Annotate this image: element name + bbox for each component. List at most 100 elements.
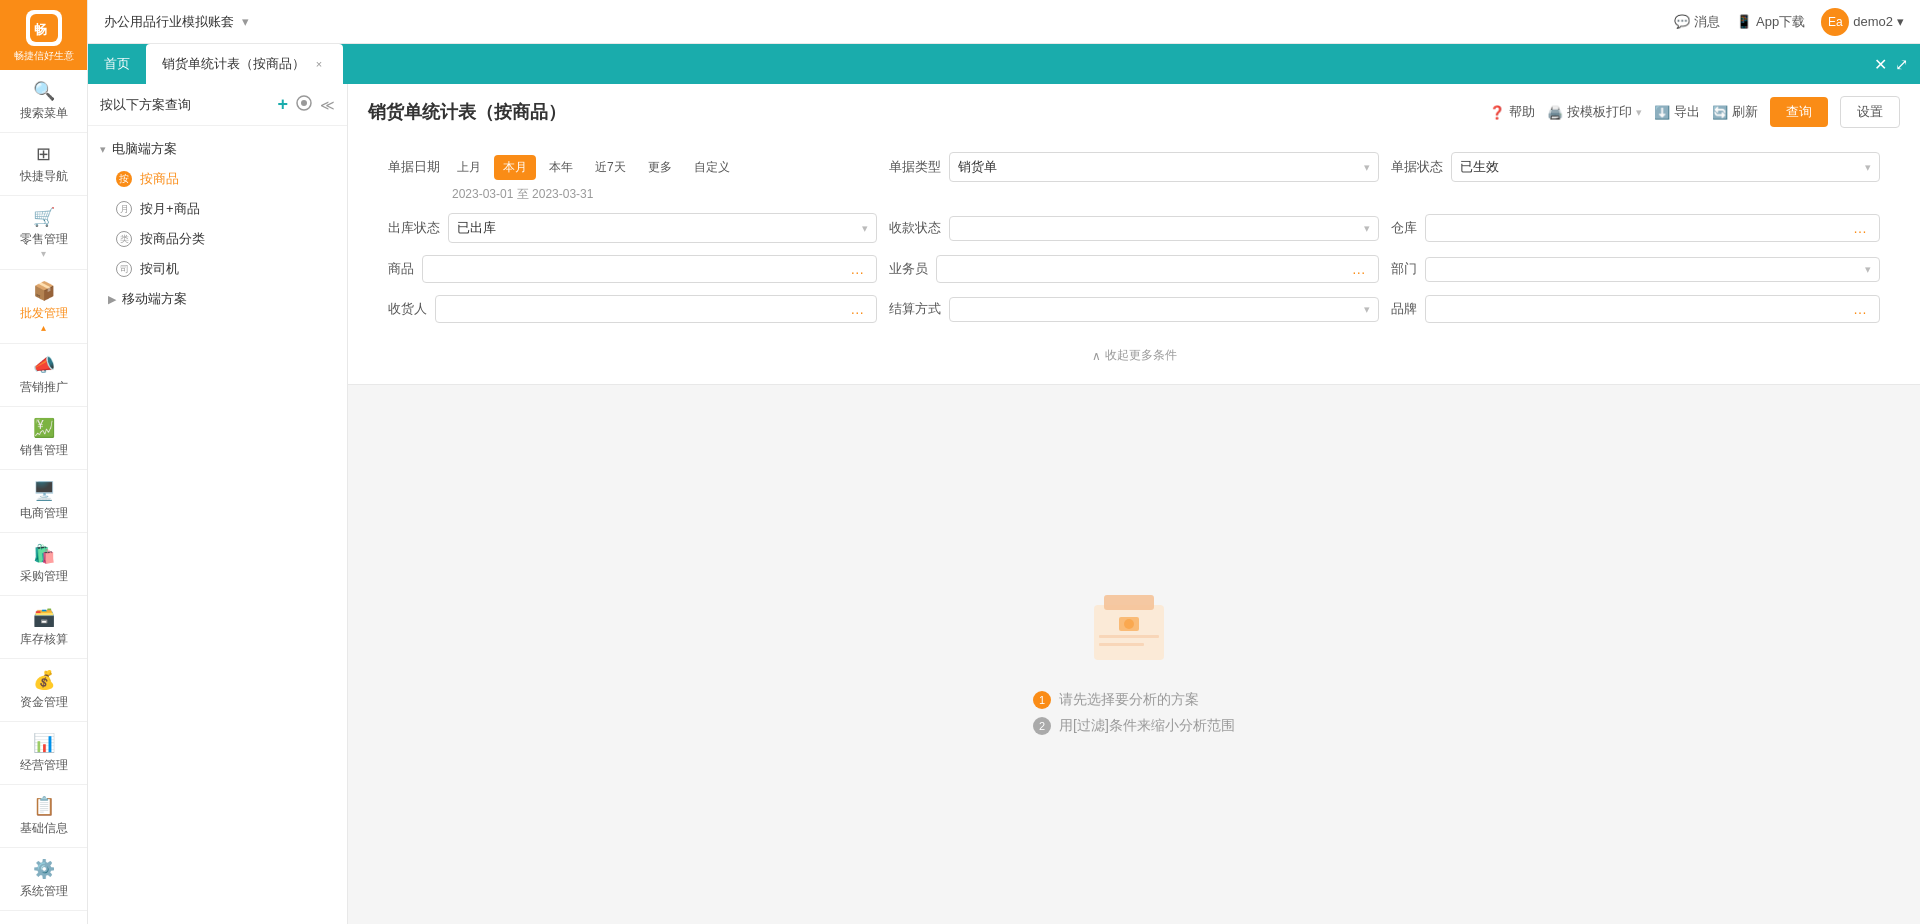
date-tab-this-year[interactable]: 本年 bbox=[540, 155, 582, 180]
filter-brand-input[interactable]: … bbox=[1425, 295, 1880, 323]
help-btn[interactable]: ❓ 帮助 bbox=[1489, 103, 1535, 121]
sidebar-item-sales-label: 销售管理 bbox=[20, 442, 68, 459]
pay-status-caret: ▾ bbox=[1364, 222, 1370, 235]
tree-parent-pc[interactable]: ▾ 电脑端方案 bbox=[88, 134, 347, 164]
collapse-btn[interactable]: ∧ 收起更多条件 bbox=[1076, 343, 1193, 368]
empty-tips: 1 请先选择要分析的方案 2 用[过滤]条件来缩小分析范围 bbox=[1033, 691, 1235, 735]
filter-brand-label: 品牌 bbox=[1391, 300, 1417, 318]
sidebar-item-finance[interactable]: 💰 资金管理 bbox=[0, 659, 87, 722]
sidebar-item-operations[interactable]: 📊 经营管理 bbox=[0, 722, 87, 785]
filter-payment-method-input[interactable]: ▾ bbox=[949, 297, 1378, 322]
date-tab-this-month[interactable]: 本月 bbox=[494, 155, 536, 180]
app-logo: 畅 畅捷信好生意 bbox=[0, 0, 87, 70]
filter-pay-status-input[interactable]: ▾ bbox=[949, 216, 1378, 241]
message-icon: 💬 bbox=[1674, 14, 1690, 29]
sidebar-item-purchase[interactable]: 🛍️ 采购管理 bbox=[0, 533, 87, 596]
sidebar-item-inventory[interactable]: 🗃️ 库存核算 bbox=[0, 596, 87, 659]
sidebar-item-quick-nav-label: 快捷导航 bbox=[20, 168, 68, 185]
filter-receiver-input[interactable]: … bbox=[435, 295, 877, 323]
user-menu[interactable]: Ea demo2 ▾ bbox=[1821, 8, 1904, 36]
date-tab-custom[interactable]: 自定义 bbox=[685, 155, 739, 180]
content-area: 按以下方案查询 + ≪ ▾ 电脑端方案 bbox=[88, 84, 1920, 924]
filter-salesperson-field: 业务员 … bbox=[889, 255, 1378, 283]
filter-out-status-input[interactable]: 已出库 ▾ bbox=[448, 213, 877, 243]
tree-child-by-category[interactable]: 类 按商品分类 bbox=[88, 224, 347, 254]
sidebar-item-sales[interactable]: 💹 销售管理 bbox=[0, 407, 87, 470]
app-download-btn[interactable]: 📱 App下载 bbox=[1736, 13, 1805, 31]
tree-child-by-driver[interactable]: 司 按司机 bbox=[88, 254, 347, 284]
tree-child-by-month-goods[interactable]: 月 按月+商品 bbox=[88, 194, 347, 224]
empty-state: 1 请先选择要分析的方案 2 用[过滤]条件来缩小分析范围 bbox=[348, 385, 1920, 924]
receiver-dots-btn[interactable]: … bbox=[846, 301, 868, 317]
tab-close-btn[interactable]: × bbox=[311, 56, 327, 72]
ecommerce-icon: 🖥️ bbox=[33, 480, 55, 502]
filter-goods-input[interactable]: … bbox=[422, 255, 877, 283]
refresh-btn[interactable]: 🔄 刷新 bbox=[1712, 103, 1758, 121]
salesperson-dots-btn[interactable]: … bbox=[1348, 261, 1370, 277]
date-tab-last-month[interactable]: 上月 bbox=[448, 155, 490, 180]
filter-doc-status-input[interactable]: 已生效 ▾ bbox=[1451, 152, 1880, 182]
brand-dots-btn[interactable]: … bbox=[1849, 301, 1871, 317]
filter-department-input[interactable]: ▾ bbox=[1425, 257, 1880, 282]
filter-salesperson-input[interactable]: … bbox=[936, 255, 1378, 283]
svg-rect-4 bbox=[1094, 605, 1164, 660]
warehouse-dots-btn[interactable]: … bbox=[1849, 220, 1871, 236]
payment-method-caret: ▾ bbox=[1364, 303, 1370, 316]
filter-doc-type-input[interactable]: 销货单 ▾ bbox=[949, 152, 1378, 182]
sidebar-item-retail[interactable]: 🛒 零售管理 ▾ bbox=[0, 196, 87, 270]
copy-scheme-btn[interactable] bbox=[296, 95, 312, 115]
filter-warehouse-input[interactable]: … bbox=[1425, 214, 1880, 242]
svg-rect-9 bbox=[1099, 643, 1144, 646]
left-panel-actions: + ≪ bbox=[277, 94, 335, 115]
message-btn[interactable]: 💬 消息 bbox=[1674, 13, 1720, 31]
empty-illustration bbox=[1074, 575, 1194, 675]
sidebar-item-marketing[interactable]: 📣 营销推广 bbox=[0, 344, 87, 407]
sidebar-item-inventory-label: 库存核算 bbox=[20, 631, 68, 648]
basic-info-icon: 📋 bbox=[33, 795, 55, 817]
page-actions: ❓ 帮助 🖨️ 按模板打印 ▾ ⬇️ 导出 � bbox=[1489, 96, 1900, 128]
sidebar-item-cooperation[interactable]: 🤝 企业协同 bbox=[0, 911, 87, 924]
sidebar-item-search[interactable]: 🔍 搜索菜单 bbox=[0, 70, 87, 133]
tab-home[interactable]: 首页 bbox=[88, 44, 146, 84]
sidebar: 畅 畅捷信好生意 🔍 搜索菜单 ⊞ 快捷导航 🛒 零售管理 ▾ 📦 批发管理 ▴… bbox=[0, 0, 88, 924]
query-btn[interactable]: 查询 bbox=[1770, 97, 1828, 127]
tree-child-by-goods-label: 按商品 bbox=[140, 170, 179, 188]
tree-parent-mobile[interactable]: ▶ 移动端方案 bbox=[88, 284, 347, 314]
collapse-panel-btn[interactable]: ≪ bbox=[320, 97, 335, 113]
filter-warehouse-label: 仓库 bbox=[1391, 219, 1417, 237]
sidebar-item-basic-info[interactable]: 📋 基础信息 bbox=[0, 785, 87, 848]
breadcrumb-dropdown-icon[interactable]: ▾ bbox=[242, 14, 249, 29]
add-scheme-btn[interactable]: + bbox=[277, 94, 288, 115]
query-label: 查询 bbox=[1786, 103, 1812, 121]
collapse-label: 收起更多条件 bbox=[1105, 347, 1177, 364]
tab-restore-btn[interactable]: ✕ bbox=[1874, 55, 1887, 74]
svg-text:畅: 畅 bbox=[34, 22, 47, 37]
goods-dots-btn[interactable]: … bbox=[846, 261, 868, 277]
sidebar-item-quick-nav[interactable]: ⊞ 快捷导航 bbox=[0, 133, 87, 196]
sidebar-item-ecommerce-label: 电商管理 bbox=[20, 505, 68, 522]
tree-child-by-goods[interactable]: 按 按商品 bbox=[88, 164, 347, 194]
collapse-row: ∧ 收起更多条件 bbox=[388, 335, 1880, 372]
sidebar-item-wholesale[interactable]: 📦 批发管理 ▴ bbox=[0, 270, 87, 344]
child-icon-by-goods: 按 bbox=[116, 171, 132, 187]
doc-status-caret: ▾ bbox=[1865, 161, 1871, 174]
settings-btn[interactable]: 设置 bbox=[1840, 96, 1900, 128]
child-icon-by-month-goods: 月 bbox=[116, 201, 132, 217]
out-status-caret: ▾ bbox=[862, 222, 868, 235]
tree-arrow-mobile: ▶ bbox=[108, 293, 116, 306]
sidebar-item-system-label: 系统管理 bbox=[20, 883, 68, 900]
sidebar-item-ecommerce[interactable]: 🖥️ 电商管理 bbox=[0, 470, 87, 533]
header-right: 💬 消息 📱 App下载 Ea demo2 ▾ bbox=[1674, 8, 1904, 36]
app-subtitle: 畅捷信好生意 bbox=[14, 50, 74, 62]
filter-area: 单据日期 上月 本月 本年 近7天 更多 自定义 单据类型 bbox=[368, 140, 1900, 384]
date-tab-7days[interactable]: 近7天 bbox=[586, 155, 635, 180]
export-btn[interactable]: ⬇️ 导出 bbox=[1654, 103, 1700, 121]
export-icon: ⬇️ bbox=[1654, 105, 1670, 120]
wholesale-icon: 📦 bbox=[33, 280, 55, 302]
sidebar-item-system[interactable]: ⚙️ 系统管理 bbox=[0, 848, 87, 911]
tab-sales-stats[interactable]: 销货单统计表（按商品） × bbox=[146, 44, 343, 84]
sidebar-item-operations-label: 经营管理 bbox=[20, 757, 68, 774]
tab-maximize-btn[interactable]: ⤢ bbox=[1895, 55, 1908, 74]
date-tab-more[interactable]: 更多 bbox=[639, 155, 681, 180]
template-print-btn[interactable]: 🖨️ 按模板打印 ▾ bbox=[1547, 103, 1642, 121]
